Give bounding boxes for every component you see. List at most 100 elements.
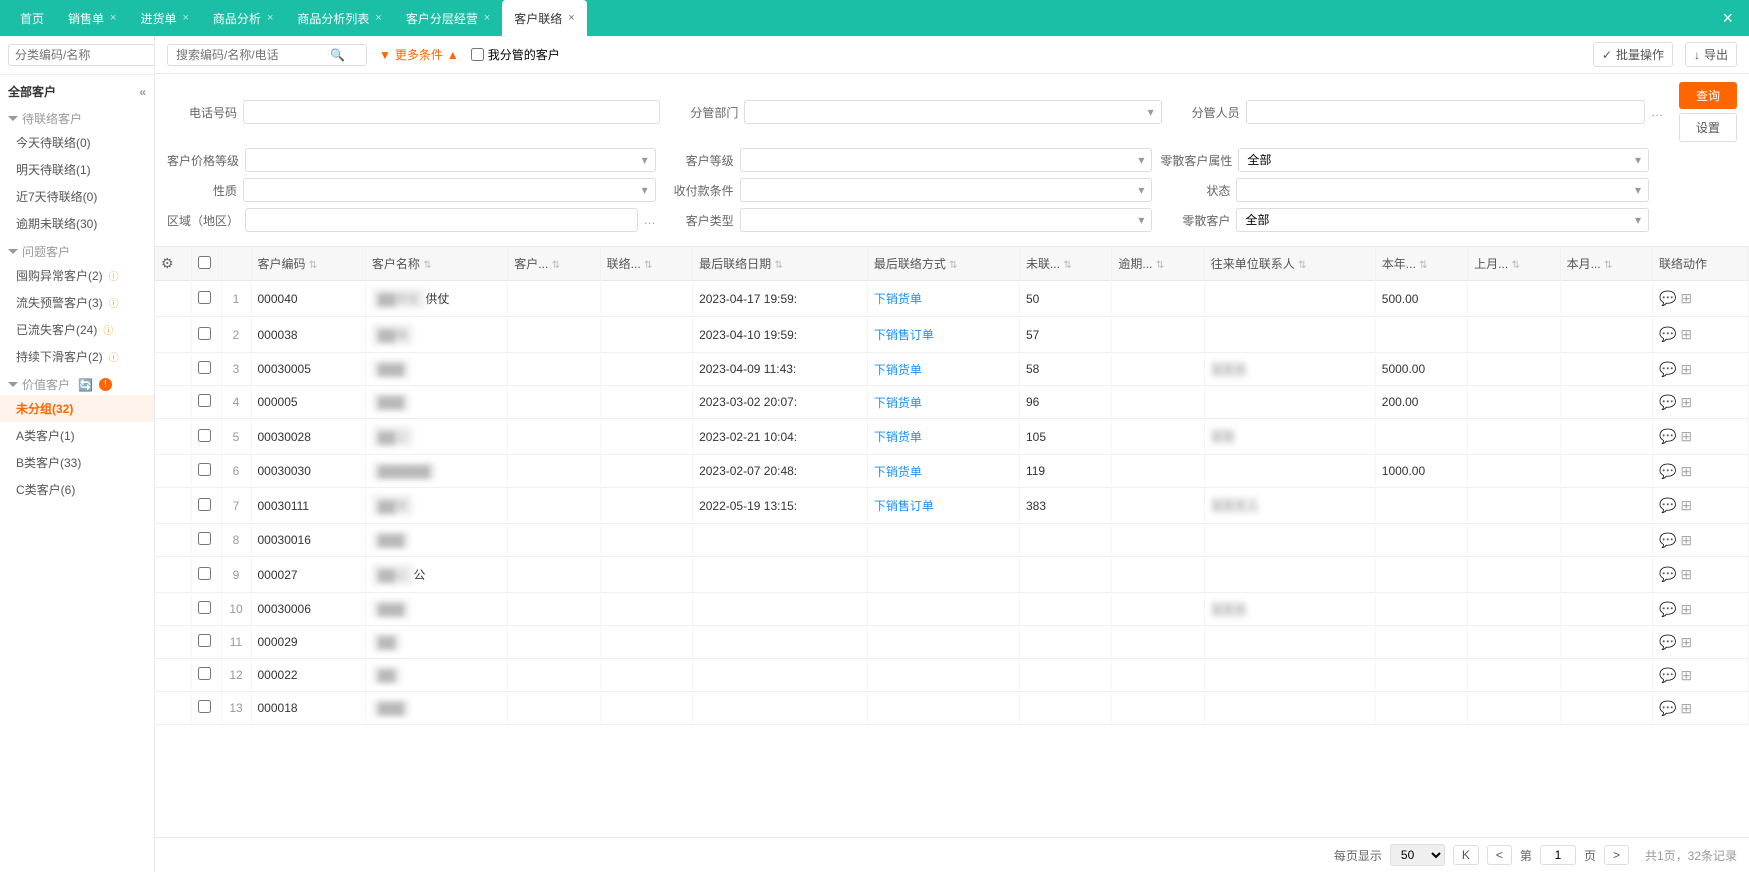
close-product-analysis-icon[interactable]: × [267,12,273,24]
sidebar-item-7days[interactable]: 近7天待联络(0) [0,183,154,210]
sort-icon-contact[interactable]: ⇅ [644,260,652,271]
row-checkbox[interactable] [198,532,211,545]
payment-select[interactable] [740,178,1153,202]
reset-button[interactable]: 设置 [1679,113,1737,142]
prev-page-button[interactable]: < [1487,845,1512,865]
batch-operation-button[interactable]: ✓ 批量操作 [1593,42,1673,67]
sidebar-item-churn-warning[interactable]: 流失预警客户(3)ⓘ [0,289,154,316]
sidebar-item-today[interactable]: 今天待联络(0) [0,129,154,156]
nav-home[interactable]: 首页 [8,0,56,36]
contact-method-link[interactable]: 下销货单 [874,292,922,306]
column-settings-button[interactable]: ⚙ [161,255,174,272]
chat-icon[interactable]: 💬 [1659,700,1676,717]
grid-icon[interactable]: ⊞ [1680,463,1692,480]
price-tier-select[interactable] [245,148,656,172]
sort-icon-overdue[interactable]: ⇅ [1156,260,1164,271]
manager-more-icon[interactable]: … [1651,105,1663,119]
sort-icon-lastmonth[interactable]: ⇅ [1512,260,1520,271]
contact-method-link[interactable]: 下销货单 [874,363,922,377]
nav-sales-order[interactable]: 销售单 × [56,0,128,36]
row-checkbox[interactable] [198,700,211,713]
region-more-icon[interactable]: … [644,213,656,227]
sidebar-item-class-b[interactable]: B类客户(33) [0,449,154,476]
nav-purchase-order[interactable]: 进货单 × [128,0,200,36]
global-close-button[interactable]: × [1714,8,1741,29]
grid-icon[interactable]: ⊞ [1680,394,1692,411]
retail-attr-select[interactable]: 全部 [1238,148,1649,172]
select-all-checkbox[interactable] [198,256,211,269]
row-checkbox[interactable] [198,291,211,304]
contact-method-link[interactable]: 下销货单 [874,465,922,479]
close-product-list-icon[interactable]: × [375,12,381,24]
customer-tier-select[interactable] [740,148,1153,172]
sort-icon-code[interactable]: ⇅ [309,260,317,271]
contact-method-link[interactable]: 下销货单 [874,430,922,444]
sort-icon-nocontact[interactable]: ⇅ [1063,260,1071,271]
chat-icon[interactable]: 💬 [1659,497,1676,514]
contact-method-link[interactable]: 下销售订单 [874,499,934,513]
close-sales-order-icon[interactable]: × [110,12,116,24]
sort-icon-type[interactable]: ⇅ [552,260,560,271]
row-checkbox[interactable] [198,567,211,580]
close-customer-tier-icon[interactable]: × [484,12,490,24]
sidebar-item-ungrouped[interactable]: 未分组(32) [0,395,154,422]
grid-icon[interactable]: ⊞ [1680,601,1692,618]
row-checkbox[interactable] [198,667,211,680]
close-customer-contact-icon[interactable]: × [568,12,574,24]
grid-icon[interactable]: ⊞ [1680,566,1692,583]
grid-icon[interactable]: ⊞ [1680,634,1692,651]
grid-icon[interactable]: ⊞ [1680,700,1692,717]
contact-method-link[interactable]: 下销货单 [874,396,922,410]
row-checkbox[interactable] [198,634,211,647]
row-checkbox[interactable] [198,327,211,340]
more-filters-button[interactable]: ▼ 更多条件 ▲ [379,46,459,63]
main-search-icon[interactable]: 🔍 [330,48,345,62]
sort-icon-person[interactable]: ⇅ [1298,260,1306,271]
sidebar-item-tomorrow[interactable]: 明天待联络(1) [0,156,154,183]
chat-icon[interactable]: 💬 [1659,394,1676,411]
nature-select[interactable] [243,178,656,202]
first-page-button[interactable]: K [1453,845,1479,865]
row-checkbox[interactable] [198,429,211,442]
row-checkbox[interactable] [198,498,211,511]
query-button[interactable]: 查询 [1679,82,1737,109]
grid-icon[interactable]: ⊞ [1680,428,1692,445]
row-checkbox[interactable] [198,601,211,614]
chat-icon[interactable]: 💬 [1659,667,1676,684]
sidebar-search-input[interactable] [8,44,155,66]
status-select[interactable] [1236,178,1649,202]
chat-icon[interactable]: 💬 [1659,601,1676,618]
sort-icon-method[interactable]: ⇅ [949,260,957,271]
collapse-icon[interactable]: « [139,85,146,99]
manager-input[interactable] [1246,100,1645,124]
phone-input[interactable] [243,100,660,124]
value-customers-group[interactable]: 价值客户 🔄 ! [0,370,154,395]
sidebar-item-class-c[interactable]: C类客户(6) [0,476,154,503]
grid-icon[interactable]: ⊞ [1680,667,1692,684]
grid-icon[interactable]: ⊞ [1680,497,1692,514]
chat-icon[interactable]: 💬 [1659,532,1676,549]
row-checkbox[interactable] [198,463,211,476]
nav-product-analysis[interactable]: 商品分析 × [201,0,285,36]
export-button[interactable]: ↓ 导出 [1685,42,1737,67]
sort-icon-name[interactable]: ⇅ [423,260,431,271]
grid-icon[interactable]: ⊞ [1680,326,1692,343]
sidebar-item-hoarding[interactable]: 囤购异常客户(2)ⓘ [0,262,154,289]
sidebar-item-overdue[interactable]: 逾期未联络(30) [0,210,154,237]
chat-icon[interactable]: 💬 [1659,428,1676,445]
grid-icon[interactable]: ⊞ [1680,290,1692,307]
sort-icon-year[interactable]: ⇅ [1419,260,1427,271]
sidebar-item-class-a[interactable]: A类客户(1) [0,422,154,449]
sort-icon-thismonth[interactable]: ⇅ [1604,260,1612,271]
nav-product-analysis-list[interactable]: 商品分析列表 × [285,0,393,36]
my-customers-checkbox[interactable] [471,48,484,61]
close-purchase-order-icon[interactable]: × [182,12,188,24]
chat-icon[interactable]: 💬 [1659,290,1676,307]
row-checkbox[interactable] [198,394,211,407]
pending-contact-group[interactable]: 待联络客户 [0,104,154,129]
sidebar-item-declining[interactable]: 持续下滑客户(2)ⓘ [0,343,154,370]
contact-method-link[interactable]: 下销售订单 [874,328,934,342]
page-number-input[interactable] [1540,845,1576,865]
chat-icon[interactable]: 💬 [1659,566,1676,583]
sidebar-item-churned[interactable]: 已流失客户(24)ⓘ [0,316,154,343]
